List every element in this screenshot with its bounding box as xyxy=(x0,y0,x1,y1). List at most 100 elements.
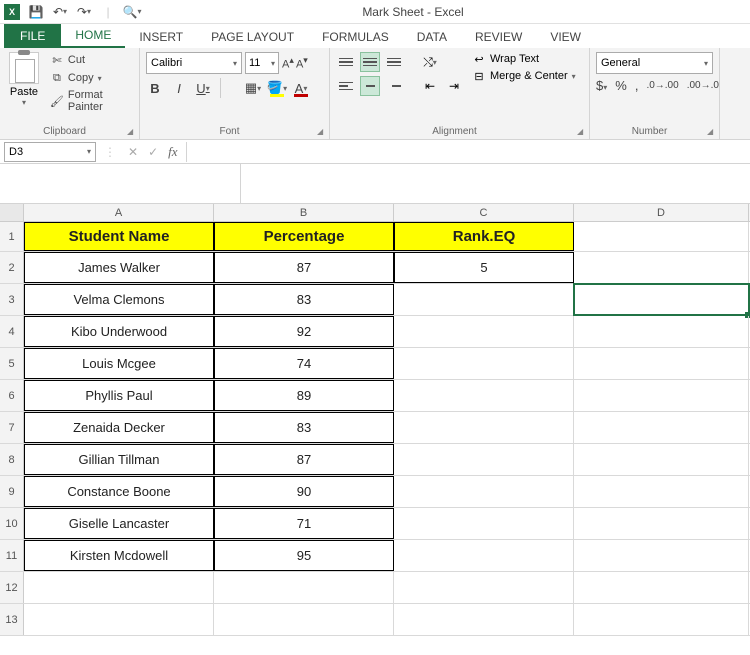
cell-pct[interactable]: 74 xyxy=(214,348,394,379)
cell-rank[interactable] xyxy=(394,476,574,507)
cell-rank[interactable] xyxy=(394,380,574,411)
decrease-decimal-button[interactable]: .00→.0 xyxy=(687,80,719,91)
cell-rank[interactable] xyxy=(394,348,574,379)
row-header[interactable]: 5 xyxy=(0,348,24,379)
cell-rank[interactable] xyxy=(394,508,574,539)
select-all-corner[interactable] xyxy=(0,204,24,221)
cell-b1[interactable]: Percentage xyxy=(214,222,394,251)
grow-font-button[interactable]: A▴ xyxy=(282,55,294,71)
tab-review[interactable]: REVIEW xyxy=(461,26,536,48)
cell-d[interactable] xyxy=(574,412,749,443)
underline-button[interactable]: U▾ xyxy=(194,78,212,98)
row-header[interactable]: 10 xyxy=(0,508,24,539)
col-header-d[interactable]: D xyxy=(574,204,749,221)
cell-c1[interactable]: Rank.EQ xyxy=(394,222,574,251)
paste-button[interactable]: Paste ▾ xyxy=(6,52,42,114)
tab-data[interactable]: DATA xyxy=(403,26,461,48)
align-bottom-button[interactable] xyxy=(384,52,404,72)
cell-d[interactable] xyxy=(574,348,749,379)
accept-formula-icon[interactable]: ✓ xyxy=(148,145,158,159)
font-name-select[interactable]: Calibri▾ xyxy=(146,52,242,74)
print-preview-icon[interactable]: 🔍▾ xyxy=(124,4,140,20)
row-header-1[interactable]: 1 xyxy=(0,222,24,251)
cell-pct[interactable]: 87 xyxy=(214,444,394,475)
font-dialog-launcher[interactable]: ◢ xyxy=(317,127,327,137)
row-header[interactable]: 7 xyxy=(0,412,24,443)
number-dialog-launcher[interactable]: ◢ xyxy=(707,127,717,137)
cell[interactable] xyxy=(214,572,394,603)
shrink-font-button[interactable]: A▾ xyxy=(296,55,308,71)
cell-name[interactable]: Constance Boone xyxy=(24,476,214,507)
tab-formulas[interactable]: FORMULAS xyxy=(308,26,403,48)
decrease-indent-button[interactable]: ⇤ xyxy=(420,76,440,96)
cell-a1[interactable]: Student Name xyxy=(24,222,214,251)
cell-pct[interactable]: 83 xyxy=(214,284,394,315)
clipboard-dialog-launcher[interactable]: ◢ xyxy=(127,127,137,137)
cell-name[interactable]: Phyllis Paul xyxy=(24,380,214,411)
tab-file[interactable]: FILE xyxy=(4,24,61,48)
increase-indent-button[interactable]: ⇥ xyxy=(444,76,464,96)
fill-color-button[interactable]: 🪣▾ xyxy=(268,78,286,98)
wrap-text-button[interactable]: ↩Wrap Text xyxy=(472,52,576,66)
cell-pct[interactable]: 83 xyxy=(214,412,394,443)
merge-center-button[interactable]: ⊟Merge & Center▾ xyxy=(472,69,576,83)
percent-format-button[interactable]: % xyxy=(615,78,627,93)
row-header[interactable]: 12 xyxy=(0,572,24,603)
cell-rank[interactable] xyxy=(394,412,574,443)
undo-icon[interactable]: ↶▾ xyxy=(52,4,68,20)
cell-name[interactable]: James Walker xyxy=(24,252,214,283)
cell-d1[interactable] xyxy=(574,222,749,251)
cell-d[interactable] xyxy=(574,284,749,315)
cell-pct[interactable]: 71 xyxy=(214,508,394,539)
font-size-select[interactable]: 11▾ xyxy=(245,52,279,74)
cell-d[interactable] xyxy=(574,476,749,507)
cell-pct[interactable]: 87 xyxy=(214,252,394,283)
cell-pct[interactable]: 92 xyxy=(214,316,394,347)
cell-name[interactable]: Giselle Lancaster xyxy=(24,508,214,539)
col-header-c[interactable]: C xyxy=(394,204,574,221)
cancel-formula-icon[interactable]: ✕ xyxy=(128,145,138,159)
tab-page-layout[interactable]: PAGE LAYOUT xyxy=(197,26,308,48)
row-header[interactable]: 3 xyxy=(0,284,24,315)
name-box[interactable]: D3▾ xyxy=(4,142,96,162)
cell-d[interactable] xyxy=(574,444,749,475)
accounting-format-button[interactable]: $▾ xyxy=(596,78,607,93)
cell-name[interactable]: Kirsten Mcdowell xyxy=(24,540,214,571)
tab-view[interactable]: VIEW xyxy=(536,26,595,48)
formula-input[interactable] xyxy=(187,142,750,162)
row-header[interactable]: 9 xyxy=(0,476,24,507)
cell-rank[interactable] xyxy=(394,284,574,315)
italic-button[interactable]: I xyxy=(170,78,188,98)
cell-pct[interactable]: 95 xyxy=(214,540,394,571)
copy-button[interactable]: ⧉Copy▾ xyxy=(48,70,133,86)
cell-d[interactable] xyxy=(574,380,749,411)
cell-d[interactable] xyxy=(574,540,749,571)
cell[interactable] xyxy=(394,604,574,635)
row-header[interactable]: 6 xyxy=(0,380,24,411)
tab-insert[interactable]: INSERT xyxy=(125,26,197,48)
cell[interactable] xyxy=(24,604,214,635)
border-button[interactable]: ▦▾ xyxy=(244,78,262,98)
col-header-b[interactable]: B xyxy=(214,204,394,221)
cell[interactable] xyxy=(574,604,749,635)
cell-d[interactable] xyxy=(574,508,749,539)
cell-rank[interactable]: 5 xyxy=(394,252,574,283)
font-color-button[interactable]: A▾ xyxy=(292,78,310,98)
cell-pct[interactable]: 90 xyxy=(214,476,394,507)
row-header[interactable]: 2 xyxy=(0,252,24,283)
align-right-button[interactable] xyxy=(384,76,404,96)
cell-d[interactable] xyxy=(574,252,749,283)
cell-name[interactable]: Zenaida Decker xyxy=(24,412,214,443)
align-center-button[interactable] xyxy=(360,76,380,96)
format-painter-button[interactable]: 🖌Format Painter xyxy=(48,88,133,114)
number-format-select[interactable]: General▾ xyxy=(596,52,713,74)
tab-home[interactable]: HOME xyxy=(61,24,125,48)
cut-button[interactable]: ✄Cut xyxy=(48,52,133,68)
paste-dropdown-icon[interactable]: ▾ xyxy=(6,98,42,107)
fx-icon[interactable]: fx xyxy=(168,144,177,160)
increase-decimal-button[interactable]: .0→.00 xyxy=(646,80,678,91)
save-icon[interactable]: 💾 xyxy=(28,4,44,20)
cell[interactable] xyxy=(24,572,214,603)
cell[interactable] xyxy=(574,572,749,603)
cell[interactable] xyxy=(214,604,394,635)
